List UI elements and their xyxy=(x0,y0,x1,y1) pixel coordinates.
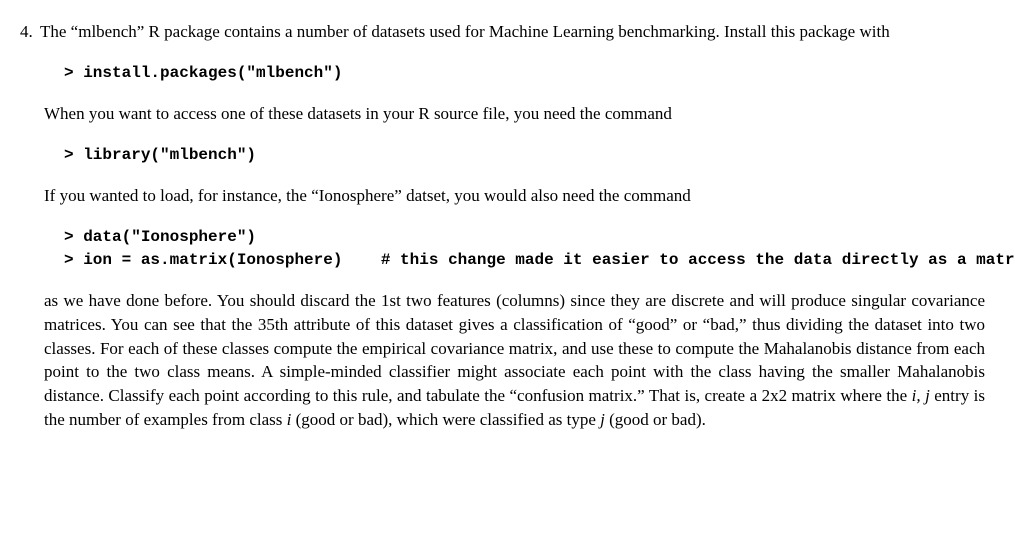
code-library: > library("mlbench") xyxy=(64,144,985,166)
main-text-part1: as we have done before. You should disca… xyxy=(44,291,985,405)
paragraph-load: If you wanted to load, for instance, the… xyxy=(44,184,985,208)
code-install: > install.packages("mlbench") xyxy=(64,62,985,84)
paragraph-main: as we have done before. You should disca… xyxy=(44,289,985,432)
var-ij: i, j xyxy=(912,386,930,405)
item-number: 4. xyxy=(20,20,40,44)
intro-text: The “mlbench” R package contains a numbe… xyxy=(40,20,985,44)
code-data: > data("Ionosphere") > ion = as.matrix(I… xyxy=(64,226,985,271)
question-content: > install.packages("mlbench") When you w… xyxy=(44,62,985,432)
main-text-part4: (good or bad). xyxy=(605,410,706,429)
paragraph-library: When you want to access one of these dat… xyxy=(44,102,985,126)
question-intro: 4. The “mlbench” R package contains a nu… xyxy=(20,20,985,44)
main-text-part3: (good or bad), which were classified as … xyxy=(291,410,600,429)
